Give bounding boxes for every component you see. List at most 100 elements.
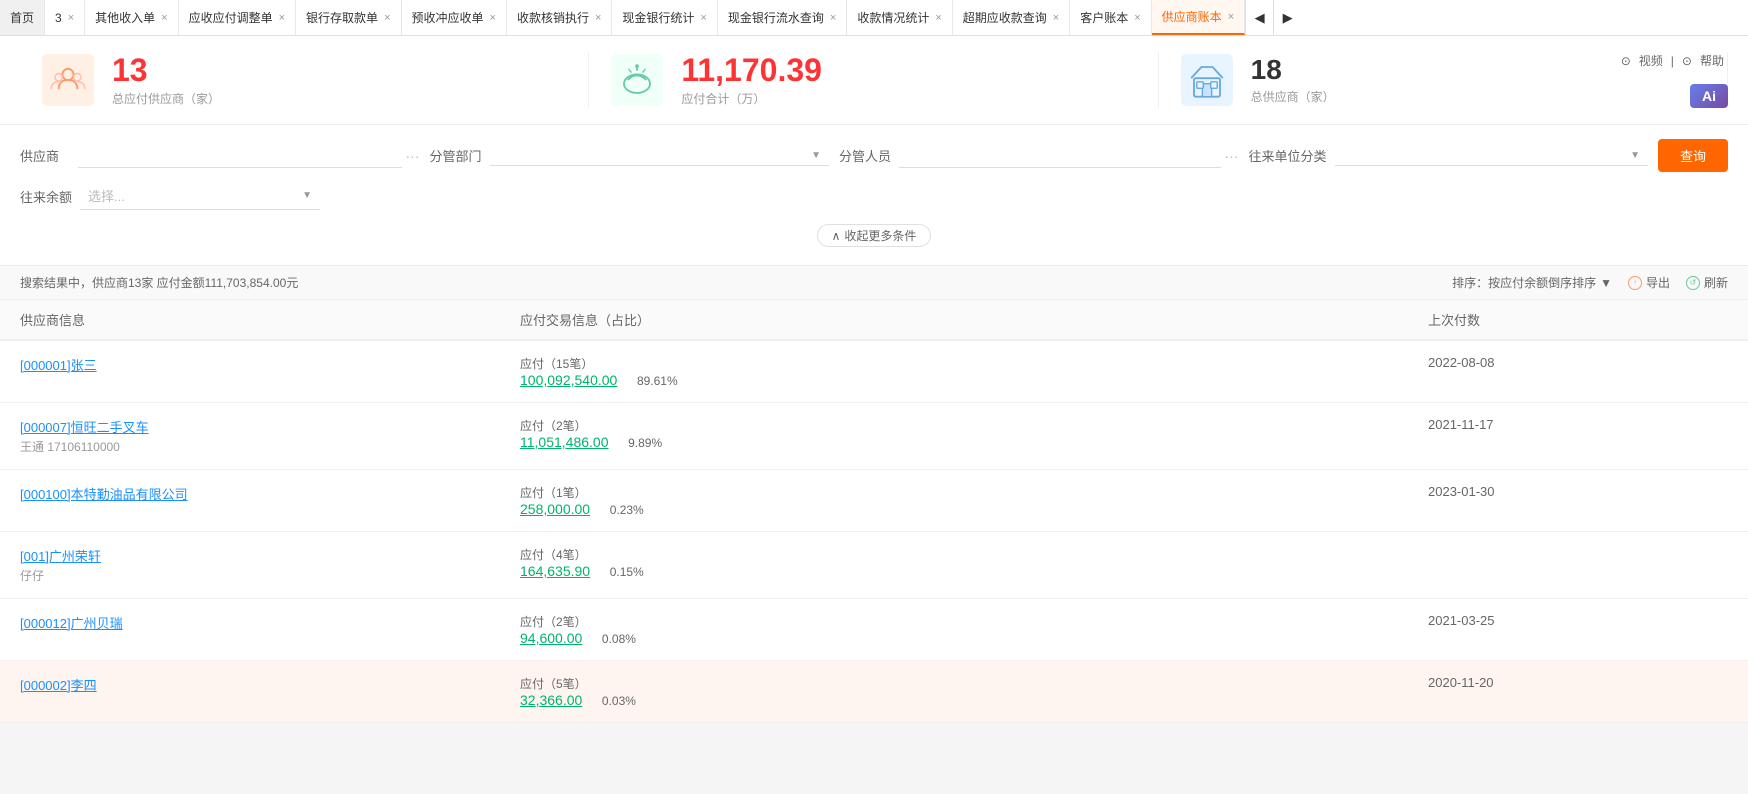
refresh-icon: ↺ (1686, 276, 1700, 290)
payable-amount[interactable]: 32,366.00 (520, 692, 582, 708)
payable-amount-row: 94,600.00 0.08% (520, 630, 1428, 646)
query-button[interactable]: 查询 (1658, 139, 1728, 172)
nav-pre-receive-close[interactable]: × (490, 12, 496, 24)
divider: | (1671, 54, 1674, 68)
nav-pre-receive[interactable]: 预收冲应收单 × (402, 0, 507, 35)
table-row: [000012]广州贝瑞 应付（2笔） 94,600.00 0.08% 2021… (0, 599, 1748, 661)
category-filter-select[interactable]: ▼ (1335, 146, 1648, 166)
refresh-button[interactable]: ↺ 刷新 (1686, 274, 1728, 291)
last-pay-date: 2021-03-25 (1428, 613, 1728, 628)
nav-home[interactable]: 首页 (0, 0, 45, 35)
ai-badge[interactable]: Ai (1690, 84, 1728, 108)
last-pay-date: 2022-08-08 (1428, 355, 1728, 370)
nav-receive-stat[interactable]: 收款情况统计 × (847, 0, 952, 35)
nav-receive-verify[interactable]: 收款核销执行 × (507, 0, 612, 35)
nav-left-arrow[interactable]: ◀ (1245, 0, 1273, 35)
table-body: [000001]张三 应付（15笔） 100,092,540.00 89.61%… (0, 341, 1748, 723)
filter-row-1: 供应商 ··· 分管部门 ▼ 分管人员 ··· 往来单位分类 ▼ 查询 (20, 139, 1728, 172)
payable-cell: 应付（5笔） 32,366.00 0.03% (520, 675, 1428, 708)
payable-pct: 0.03% (602, 694, 636, 708)
video-label[interactable]: 视频 (1639, 52, 1663, 69)
payable-total-num: 11,170.39 (681, 54, 822, 86)
supplier-filter-label: 供应商 (20, 146, 70, 165)
supplier-filter-input[interactable] (78, 144, 402, 168)
top-navigation: 首页 3 × 其他收入单 × 应收应付调整单 × 银行存取款单 × 预收冲应收单… (0, 0, 1748, 36)
col-header-last-pay: 上次付数 (1428, 310, 1728, 329)
supplier-cell: [000007]恒旺二手叉车 王通 17106110000 (20, 417, 520, 455)
supplier-link[interactable]: [000100]本特勤油品有限公司 (20, 487, 188, 502)
payable-cell: 应付（2笔） 94,600.00 0.08% (520, 613, 1428, 646)
payable-amount[interactable]: 100,092,540.00 (520, 372, 617, 388)
result-right: 排序：按应付余额倒序排序 ▼ ↑ 导出 ↺ 刷新 (1452, 274, 1728, 291)
last-pay-date: 2020-11-20 (1428, 675, 1728, 690)
nav-receive-stat-label: 收款情况统计 (857, 9, 929, 26)
help-icon: ⊙ (1682, 54, 1692, 68)
payable-pct: 0.15% (610, 565, 644, 579)
nav-tab3-close[interactable]: × (68, 12, 74, 24)
payable-amount[interactable]: 258,000.00 (520, 501, 590, 517)
payable-label: 应付（2笔） (520, 613, 1428, 630)
nav-overdue-close[interactable]: × (1053, 12, 1059, 24)
payable-cell: 应付（15笔） 100,092,540.00 89.61% (520, 355, 1428, 388)
payable-label: 应付（4笔） (520, 546, 1428, 563)
nav-supplier-book-close[interactable]: × (1228, 11, 1234, 23)
payable-amount[interactable]: 94,600.00 (520, 630, 582, 646)
nav-home-label: 首页 (10, 9, 34, 26)
nav-right-arrow[interactable]: ▶ (1273, 0, 1301, 35)
nav-bank-deposit[interactable]: 银行存取款单 × (296, 0, 401, 35)
supplier-filter-dots[interactable]: ··· (406, 148, 420, 164)
nav-receive-stat-close[interactable]: × (935, 12, 941, 24)
stat-block-payable-suppliers: 13 总应付供应商（家） (20, 52, 589, 108)
nav-bank-deposit-close[interactable]: × (384, 12, 390, 24)
nav-cash-flow-close[interactable]: × (830, 12, 836, 24)
nav-adjust[interactable]: 应收应付调整单 × (179, 0, 296, 35)
dept-filter-select[interactable]: ▼ (490, 146, 829, 166)
last-pay-date: 2023-01-30 (1428, 484, 1728, 499)
payable-cell: 应付（1笔） 258,000.00 0.23% (520, 484, 1428, 517)
supplier-cell: [000002]李四 (20, 675, 520, 694)
supplier-cell: [000012]广州贝瑞 (20, 613, 520, 632)
export-button[interactable]: ↑ 导出 (1628, 274, 1670, 291)
payable-amount-row: 11,051,486.00 9.89% (520, 434, 1428, 450)
stat-content-payable-total: 11,170.39 应付合计（万） (681, 54, 822, 107)
nav-tab3[interactable]: 3 × (45, 0, 85, 35)
nav-cash-flow[interactable]: 现金银行流水查询 × (718, 0, 847, 35)
nav-bank-deposit-label: 银行存取款单 (306, 9, 378, 26)
payable-amount[interactable]: 11,051,486.00 (520, 434, 609, 450)
nav-customer-book-close[interactable]: × (1134, 12, 1140, 24)
col-header-supplier: 供应商信息 (20, 310, 520, 329)
nav-other-income[interactable]: 其他收入单 × (85, 0, 178, 35)
payable-amount-row: 258,000.00 0.23% (520, 501, 1428, 517)
supplier-link[interactable]: [000007]恒旺二手叉车 (20, 420, 149, 435)
supplier-link[interactable]: [001]广州荣轩 (20, 549, 101, 564)
stats-header: 13 总应付供应商（家） 11,170.39 应付合计（万） (0, 36, 1748, 125)
nav-receive-verify-close[interactable]: × (595, 12, 601, 24)
nav-pre-receive-label: 预收冲应收单 (412, 9, 484, 26)
help-label[interactable]: 帮助 (1700, 52, 1724, 69)
video-icon: ⊙ (1621, 54, 1631, 68)
balance-filter-select[interactable]: 选择... ▼ (80, 182, 320, 210)
dept-filter-label: 分管部门 (430, 146, 482, 165)
payable-suppliers-num: 13 (112, 54, 220, 86)
nav-tab3-label: 3 (55, 11, 62, 25)
category-filter-label: 往来单位分类 (1249, 146, 1327, 165)
nav-supplier-book[interactable]: 供应商账本 × (1152, 0, 1245, 35)
collapse-button[interactable]: ∧ 收起更多条件 (817, 224, 932, 247)
table-row: [000001]张三 应付（15笔） 100,092,540.00 89.61%… (0, 341, 1748, 403)
nav-cash-stat-close[interactable]: × (700, 12, 706, 24)
sort-select[interactable]: 排序：按应付余额倒序排序 ▼ (1452, 274, 1612, 291)
table-header: 供应商信息 应付交易信息（占比） 上次付数 (0, 300, 1748, 341)
payable-amount[interactable]: 164,635.90 (520, 563, 590, 579)
nav-overdue[interactable]: 超期应收款查询 × (953, 0, 1070, 35)
person-filter-input[interactable] (899, 144, 1220, 168)
supplier-link[interactable]: [000002]李四 (20, 678, 97, 693)
nav-adjust-close[interactable]: × (279, 12, 285, 24)
nav-cash-stat[interactable]: 现金银行统计 × (612, 0, 717, 35)
table-row: [000002]李四 应付（5笔） 32,366.00 0.03% 2020-1… (0, 661, 1748, 723)
filter-area: 供应商 ··· 分管部门 ▼ 分管人员 ··· 往来单位分类 ▼ 查询 (0, 125, 1748, 266)
nav-other-income-close[interactable]: × (161, 12, 167, 24)
nav-customer-book[interactable]: 客户账本 × (1070, 0, 1151, 35)
person-filter-dots[interactable]: ··· (1225, 148, 1239, 164)
supplier-link[interactable]: [000012]广州贝瑞 (20, 616, 123, 631)
supplier-link[interactable]: [000001]张三 (20, 358, 97, 373)
